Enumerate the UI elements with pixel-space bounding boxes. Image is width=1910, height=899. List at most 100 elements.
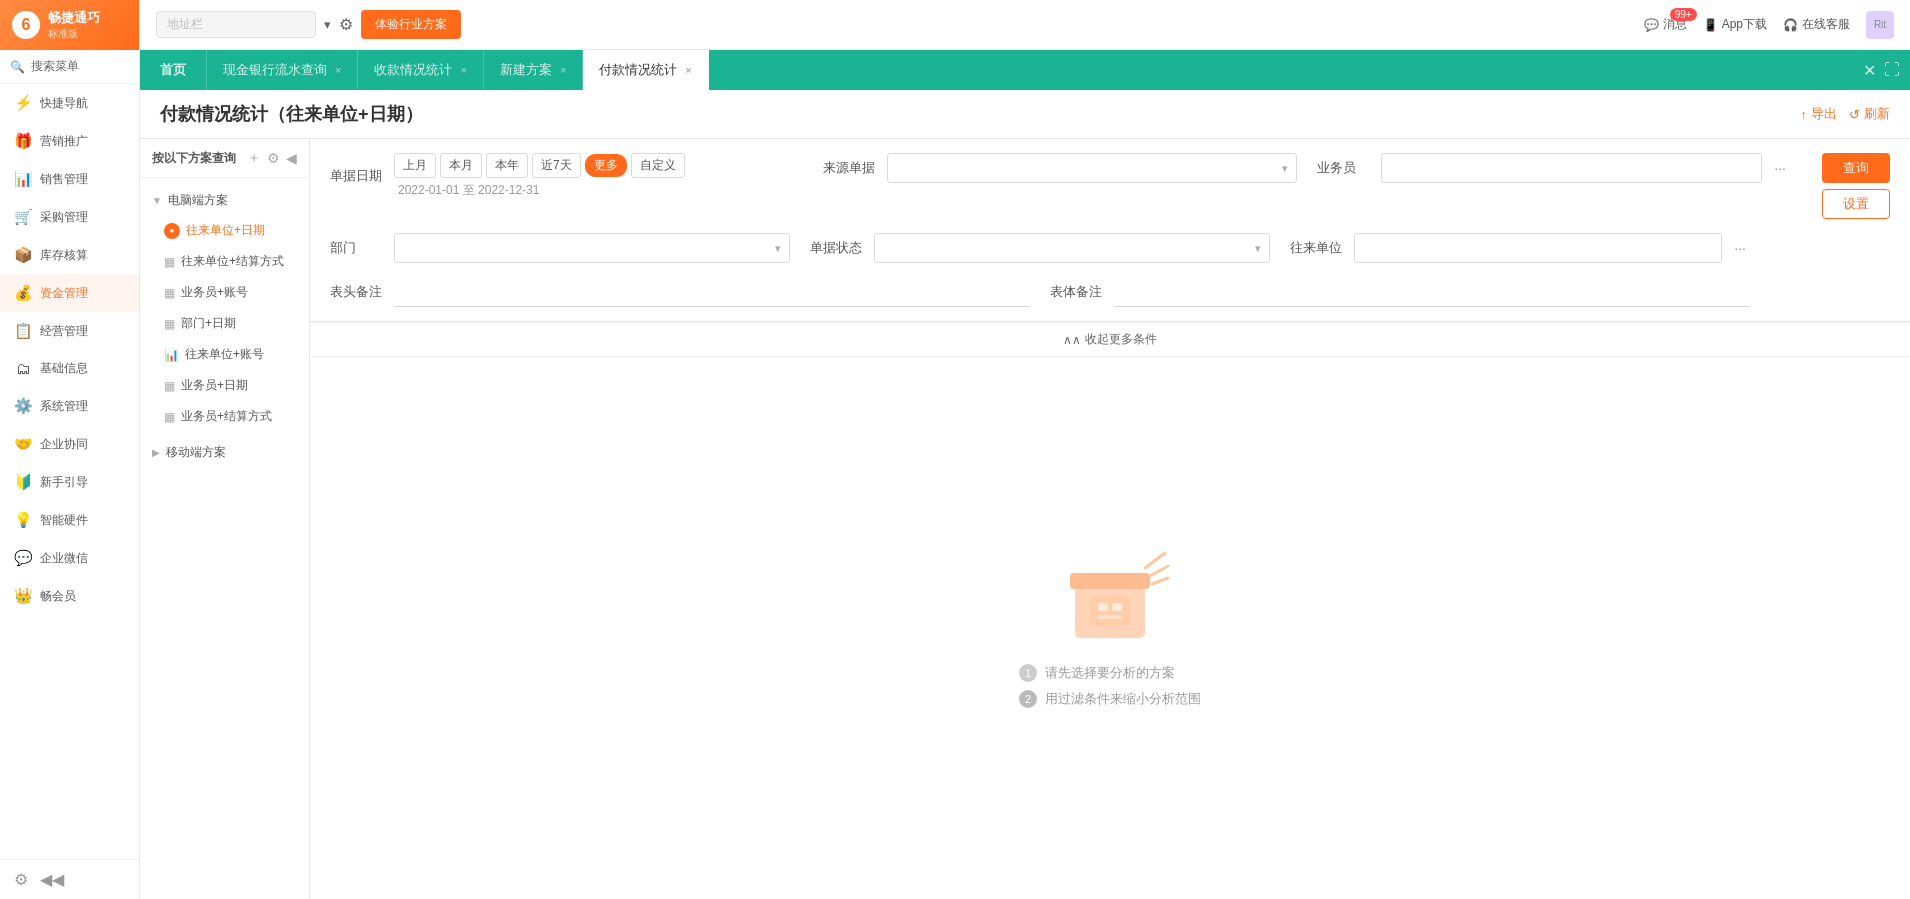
desktop-group-label: 电脑端方案 bbox=[168, 192, 228, 209]
tab-new-scheme-close[interactable]: × bbox=[560, 64, 566, 76]
header-note-input[interactable] bbox=[394, 277, 1030, 307]
sidebar-item-wechat[interactable]: 💬 企业微信 bbox=[0, 539, 139, 577]
user-avatar[interactable]: Rit bbox=[1866, 11, 1894, 39]
department-label: 部门 bbox=[330, 239, 386, 257]
search-menu[interactable]: 🔍 搜索菜单 bbox=[0, 50, 139, 84]
inventory-icon: 📦 bbox=[14, 246, 32, 264]
scheme-item-unit-account[interactable]: 📊 往来单位+账号 bbox=[140, 339, 309, 370]
date-btn-this-year[interactable]: 本年 bbox=[486, 153, 528, 178]
sidebar-item-basic-info[interactable]: 🗂 基础信息 bbox=[0, 350, 139, 387]
trial-btn[interactable]: 体验行业方案 bbox=[361, 10, 461, 39]
settings-footer-icon[interactable]: ⚙ bbox=[14, 870, 28, 889]
tab-payment-stats[interactable]: 付款情况统计 × bbox=[583, 50, 708, 90]
desktop-group-title[interactable]: ▼ 电脑端方案 bbox=[140, 186, 309, 215]
salesperson-ellipsis[interactable]: ··· bbox=[1770, 160, 1790, 176]
sidebar-item-label: 经营管理 bbox=[40, 323, 88, 340]
mobile-scheme-group: ▶ 移动端方案 bbox=[140, 438, 309, 467]
scheme-item-label: 业务员+日期 bbox=[181, 377, 248, 394]
address-bar[interactable]: 地址栏 bbox=[156, 11, 316, 38]
scheme-item-salesman-account[interactable]: ▦ 业务员+账号 bbox=[140, 277, 309, 308]
export-label: 导出 bbox=[1811, 105, 1837, 123]
source-voucher-select[interactable]: ▾ bbox=[887, 153, 1296, 183]
enterprise-icon: 🤝 bbox=[14, 435, 32, 453]
app-download-btn[interactable]: 📱 App下载 bbox=[1703, 16, 1767, 33]
sidebar-item-operations[interactable]: 📋 经营管理 bbox=[0, 312, 139, 350]
salesperson-select[interactable] bbox=[1381, 153, 1763, 183]
scheme-settings-icon[interactable]: ⚙ bbox=[267, 150, 280, 166]
counterpart-label: 往来单位 bbox=[1290, 239, 1346, 257]
online-support-btn[interactable]: 🎧 在线客服 bbox=[1783, 16, 1850, 33]
scheme-collapse-icon[interactable]: ◀ bbox=[286, 150, 297, 166]
voucher-status-label: 单据状态 bbox=[810, 239, 866, 257]
scheme-item-salesman-settle[interactable]: ▦ 业务员+结算方式 bbox=[140, 401, 309, 432]
voucher-date-label: 单据日期 bbox=[330, 167, 386, 185]
purchase-icon: 🛒 bbox=[14, 208, 32, 226]
sidebar-item-inventory[interactable]: 📦 库存核算 bbox=[0, 236, 139, 274]
scheme-add-icon[interactable]: ＋ bbox=[247, 149, 261, 167]
sidebar-item-purchase[interactable]: 🛒 采购管理 bbox=[0, 198, 139, 236]
export-btn[interactable]: ↑ 导出 bbox=[1801, 105, 1838, 123]
tab-home[interactable]: 首页 bbox=[140, 50, 207, 90]
tab-cash-flow[interactable]: 现金银行流水查询 × bbox=[207, 50, 358, 90]
sidebar-item-sales[interactable]: 📊 销售管理 bbox=[0, 160, 139, 198]
online-support-label: 在线客服 bbox=[1802, 16, 1850, 33]
sidebar-title-area: 畅捷通巧 标准版 bbox=[48, 9, 100, 41]
sidebar-item-system[interactable]: ⚙️ 系统管理 bbox=[0, 387, 139, 425]
sidebar-item-label: 销售管理 bbox=[40, 171, 88, 188]
svg-rect-7 bbox=[1112, 603, 1122, 611]
tab-collection-close[interactable]: × bbox=[460, 64, 466, 76]
sidebar-item-finance[interactable]: 💰 资金管理 bbox=[0, 274, 139, 312]
topbar-gear-icon[interactable]: ⚙ bbox=[339, 15, 353, 34]
sidebar-item-guide[interactable]: 🔰 新手引导 bbox=[0, 463, 139, 501]
filter-salesperson-item: 业务员 ··· bbox=[1317, 153, 1790, 183]
counterpart-select[interactable] bbox=[1354, 233, 1722, 263]
department-select[interactable]: ▾ bbox=[394, 233, 790, 263]
app-edition: 标准版 bbox=[48, 27, 100, 41]
scheme-item-unit-date[interactable]: ● 往来单位+日期 bbox=[140, 215, 309, 246]
empty-hint-1: 1 请先选择要分析的方案 bbox=[1019, 664, 1201, 682]
finance-icon: 💰 bbox=[14, 284, 32, 302]
date-btn-custom[interactable]: 自定义 bbox=[631, 153, 685, 178]
search-menu-label: 搜索菜单 bbox=[31, 58, 79, 75]
scheme-item-dept-date[interactable]: ▦ 部门+日期 bbox=[140, 308, 309, 339]
empty-hints: 1 请先选择要分析的方案 2 用过滤条件来缩小分析范围 bbox=[1019, 664, 1201, 708]
tab-cash-flow-close[interactable]: × bbox=[335, 64, 341, 76]
filter-row-1: 单据日期 上月 本月 本年 近7天 更多 自定义 2022-01-01 至 20… bbox=[330, 153, 1890, 219]
sidebar-item-marketing[interactable]: 🎁 营销推广 bbox=[0, 122, 139, 160]
mobile-group-title[interactable]: ▶ 移动端方案 bbox=[140, 438, 309, 467]
scheme-item-unit-settle[interactable]: ▦ 往来单位+结算方式 bbox=[140, 246, 309, 277]
sidebar: 6 畅捷通巧 标准版 🔍 搜索菜单 ⚡ 快捷导航 🎁 营销推广 📊 销售管理 🛒… bbox=[0, 0, 140, 899]
tab-collection-stats[interactable]: 收款情况统计 × bbox=[358, 50, 483, 90]
scheme-item-salesman-date[interactable]: ▦ 业务员+日期 bbox=[140, 370, 309, 401]
collapse-sidebar-icon[interactable]: ◀◀ bbox=[40, 870, 64, 889]
sidebar-item-hardware[interactable]: 💡 智能硬件 bbox=[0, 501, 139, 539]
notifications-btn[interactable]: 💬 消息 99+ bbox=[1644, 16, 1687, 33]
address-dropdown-icon[interactable]: ▾ bbox=[324, 17, 331, 32]
date-btn-more[interactable]: 更多 bbox=[585, 154, 627, 177]
voucher-status-select[interactable]: ▾ bbox=[874, 233, 1270, 263]
maximize-icon[interactable]: ⛶ bbox=[1884, 61, 1900, 79]
tab-payment-close[interactable]: × bbox=[685, 64, 691, 76]
sidebar-item-member[interactable]: 👑 畅会员 bbox=[0, 577, 139, 615]
date-btn-7days[interactable]: 近7天 bbox=[532, 153, 581, 178]
sidebar-item-quick-nav[interactable]: ⚡ 快捷导航 bbox=[0, 84, 139, 122]
scheme-item-label: 往来单位+结算方式 bbox=[181, 253, 284, 270]
settings-btn[interactable]: 设置 bbox=[1822, 189, 1890, 219]
date-options: 上月 本月 本年 近7天 更多 自定义 2022-01-01 至 2022-12… bbox=[394, 153, 803, 199]
header-note-label: 表头备注 bbox=[330, 283, 386, 301]
refresh-btn[interactable]: ↺ 刷新 bbox=[1849, 105, 1890, 123]
scheme-item-label: 往来单位+账号 bbox=[185, 346, 264, 363]
filter-counterpart-item: 往来单位 ··· bbox=[1290, 233, 1750, 263]
collapse-bar[interactable]: ∧∧ 收起更多条件 bbox=[310, 322, 1910, 356]
close-tab-icon[interactable]: ✕ bbox=[1863, 61, 1876, 80]
member-icon: 👑 bbox=[14, 587, 32, 605]
date-btn-last-month[interactable]: 上月 bbox=[394, 153, 436, 178]
tab-new-scheme[interactable]: 新建方案 × bbox=[484, 50, 583, 90]
scheme-panel-title: 按以下方案查询 bbox=[152, 150, 236, 167]
query-btn[interactable]: 查询 bbox=[1822, 153, 1890, 183]
body-note-input[interactable] bbox=[1114, 277, 1750, 307]
sidebar-item-enterprise[interactable]: 🤝 企业协同 bbox=[0, 425, 139, 463]
hint-num-2: 2 bbox=[1019, 690, 1037, 708]
counterpart-ellipsis[interactable]: ··· bbox=[1730, 240, 1750, 256]
date-btn-this-month[interactable]: 本月 bbox=[440, 153, 482, 178]
